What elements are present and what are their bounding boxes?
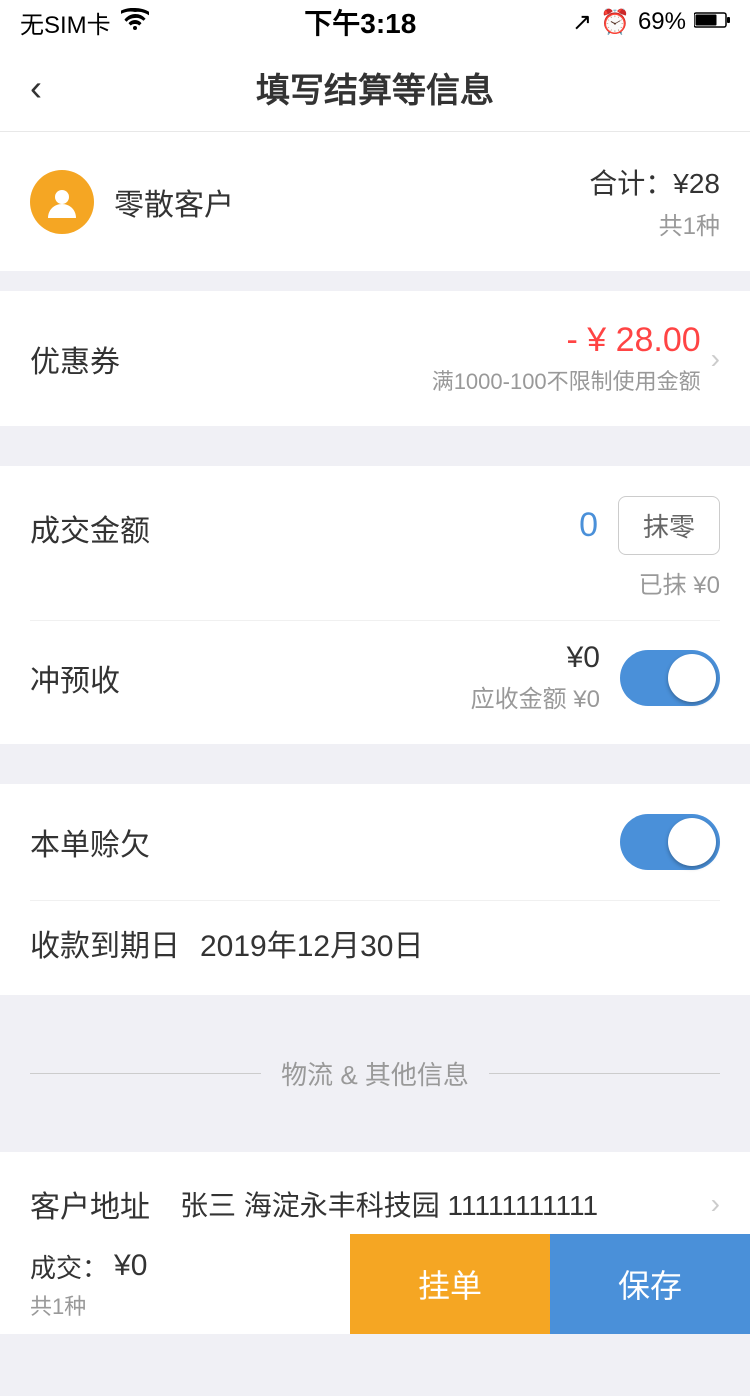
gray-separator-3 <box>0 1015 750 1035</box>
customer-count: 共1种 <box>589 206 720 241</box>
customer-avatar <box>30 170 94 234</box>
due-date-value[interactable]: 2019年12月30日 <box>200 921 423 965</box>
credit-toggle[interactable] <box>620 814 720 870</box>
toggle-knob <box>668 654 716 702</box>
no-sim-label: 无SIM卡 <box>20 5 111 40</box>
logistics-line-right <box>489 1073 720 1074</box>
credit-toggle-knob <box>668 818 716 866</box>
logistics-section: 物流 & 其他信息 <box>0 1035 750 1112</box>
status-bar: 无SIM卡 下午3:18 ↗ ⏰ 69% <box>0 0 750 44</box>
coupon-row[interactable]: 优惠券 - ¥ 28.00 满1000-100不限制使用金额 › <box>0 291 750 426</box>
prepay-label: 冲预收 <box>30 656 120 700</box>
customer-name: 零散客户 <box>114 180 234 224</box>
deal-value: ¥0 <box>114 1249 147 1283</box>
status-right: ↗ ⏰ 69% <box>572 8 730 37</box>
address-label: 客户地址 <box>30 1182 150 1226</box>
page-title: 填写结算等信息 <box>256 63 494 112</box>
battery-label: 69% <box>638 8 686 36</box>
gray-separator-1 <box>0 446 750 466</box>
battery-icon <box>694 8 730 36</box>
customer-total-info: 合计：¥28 共1种 <box>589 162 720 241</box>
credit-section: 本单赊欠 收款到期日 2019年12月30日 <box>0 784 750 995</box>
bottom-info: 成交： ¥0 共1种 <box>0 1248 350 1321</box>
customer-info: 零散客户 <box>30 170 234 234</box>
customer-row: 零散客户 合计：¥28 共1种 <box>0 132 750 271</box>
transaction-section: 成交金额 0 抹零 已抹 ¥0 冲预收 ¥0 应收金额 ¥0 <box>0 466 750 744</box>
amount-sub: 已抹 ¥0 <box>0 565 750 620</box>
coupon-info: - ¥ 28.00 满1000-100不限制使用金额 <box>432 321 701 396</box>
address-chevron-icon: › <box>711 1188 720 1220</box>
due-date-row: 收款到期日 2019年12月30日 <box>0 901 750 995</box>
deal-amount-row: 成交： ¥0 <box>30 1248 320 1285</box>
logistics-line-left <box>30 1073 261 1074</box>
prepay-toggle[interactable] <box>620 650 720 706</box>
bottom-bar: 成交： ¥0 共1种 挂单 保存 <box>0 1234 750 1334</box>
amount-value[interactable]: 0 <box>579 506 598 545</box>
coupon-discount: - ¥ 28.00 <box>432 321 701 360</box>
amount-row: 成交金额 0 抹零 <box>0 466 750 565</box>
back-button[interactable]: ‹ <box>30 67 42 109</box>
customer-total: 合计：¥28 <box>589 162 720 202</box>
chevron-right-icon: › <box>711 343 720 375</box>
credit-label: 本单赊欠 <box>30 820 150 864</box>
location-icon: ↗ <box>572 8 592 37</box>
status-time: 下午3:18 <box>304 2 416 42</box>
amount-right: 0 抹零 <box>579 496 720 555</box>
coupon-right: - ¥ 28.00 满1000-100不限制使用金额 › <box>432 321 720 396</box>
bottom-count: 共1种 <box>30 1289 320 1321</box>
prepay-receivable: 应收金额 ¥0 <box>471 679 600 714</box>
customer-section: 零散客户 合计：¥28 共1种 <box>0 132 750 271</box>
amount-label: 成交金额 <box>30 506 150 550</box>
save-button[interactable]: 保存 <box>550 1234 750 1334</box>
due-date-label: 收款到期日 <box>30 921 180 965</box>
wifi-icon <box>121 8 149 37</box>
alarm-icon: ⏰ <box>600 8 630 37</box>
logistics-label: 物流 & 其他信息 <box>281 1055 469 1092</box>
coupon-label: 优惠券 <box>30 337 120 381</box>
hold-button[interactable]: 挂单 <box>350 1234 550 1334</box>
round-button[interactable]: 抹零 <box>618 496 720 555</box>
coupon-section: 优惠券 - ¥ 28.00 满1000-100不限制使用金额 › <box>0 291 750 426</box>
logistics-line: 物流 & 其他信息 <box>30 1055 720 1092</box>
nav-bar: ‹ 填写结算等信息 <box>0 44 750 132</box>
gray-separator-2 <box>0 764 750 784</box>
prepay-row: 冲预收 ¥0 应收金额 ¥0 <box>0 621 750 744</box>
prepay-right: ¥0 应收金额 ¥0 <box>471 641 720 714</box>
deal-label: 成交： <box>30 1248 108 1285</box>
gray-separator-4 <box>0 1132 750 1152</box>
credit-row: 本单赊欠 <box>0 784 750 900</box>
address-value: 张三 海淀永丰科技园 11111111111 <box>180 1184 711 1224</box>
prepay-amounts: ¥0 应收金额 ¥0 <box>471 641 600 714</box>
coupon-desc: 满1000-100不限制使用金额 <box>432 364 701 396</box>
status-left: 无SIM卡 <box>20 5 149 40</box>
prepay-amount: ¥0 <box>471 641 600 675</box>
